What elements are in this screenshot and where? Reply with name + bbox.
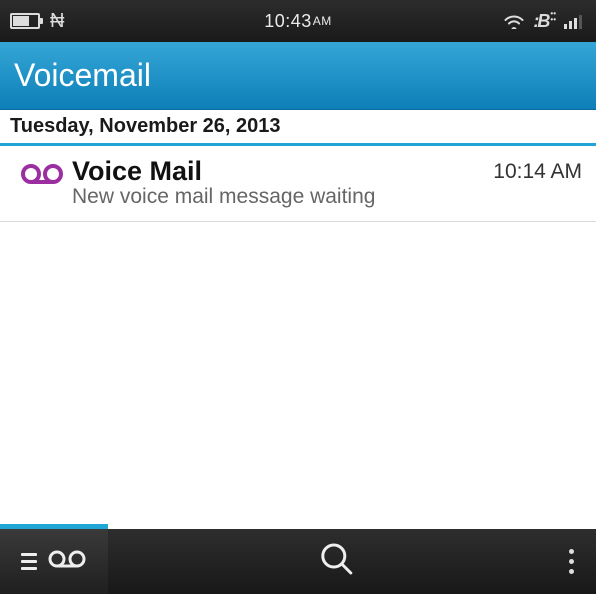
search-icon bbox=[318, 540, 356, 578]
tab-voicemail[interactable] bbox=[0, 529, 108, 594]
overflow-dot-icon bbox=[569, 559, 574, 564]
voicemail-list: Voice Mail New voice mail message waitin… bbox=[0, 146, 596, 222]
clock-ampm: AM bbox=[313, 14, 332, 28]
title-bar: Voicemail bbox=[0, 42, 596, 110]
voicemail-row-body: Voice Mail New voice mail message waitin… bbox=[72, 156, 485, 209]
bottom-bar bbox=[0, 529, 596, 594]
status-right: :B•••• bbox=[386, 11, 586, 32]
status-bar: ₦ 10:43AM :B•••• bbox=[0, 0, 596, 42]
overflow-button[interactable] bbox=[569, 549, 574, 574]
hamburger-icon bbox=[21, 553, 37, 570]
voicemail-row-subtitle: New voice mail message waiting bbox=[72, 185, 485, 209]
overflow-dot-icon bbox=[569, 569, 574, 574]
signal-bars-icon bbox=[564, 13, 586, 29]
blackberry-logo-icon: :B•••• bbox=[533, 11, 556, 32]
voicemail-row[interactable]: Voice Mail New voice mail message waitin… bbox=[0, 146, 596, 222]
search-button[interactable] bbox=[318, 540, 356, 583]
clock-time: 10:43 bbox=[264, 11, 312, 31]
voicemail-tab-icon bbox=[47, 548, 87, 575]
page-title: Voicemail bbox=[14, 57, 151, 94]
date-header-text: Tuesday, November 26, 2013 bbox=[10, 115, 281, 138]
clock: 10:43AM bbox=[210, 11, 386, 32]
wifi-icon bbox=[503, 13, 525, 29]
voicemail-row-title: Voice Mail bbox=[72, 156, 485, 187]
nfc-icon: ₦ bbox=[50, 11, 64, 31]
status-left: ₦ bbox=[10, 11, 210, 31]
voicemail-icon bbox=[12, 156, 72, 186]
voicemail-row-time: 10:14 AM bbox=[485, 156, 582, 184]
overflow-dot-icon bbox=[569, 549, 574, 554]
date-header: Tuesday, November 26, 2013 bbox=[0, 110, 596, 146]
battery-icon bbox=[10, 13, 40, 29]
